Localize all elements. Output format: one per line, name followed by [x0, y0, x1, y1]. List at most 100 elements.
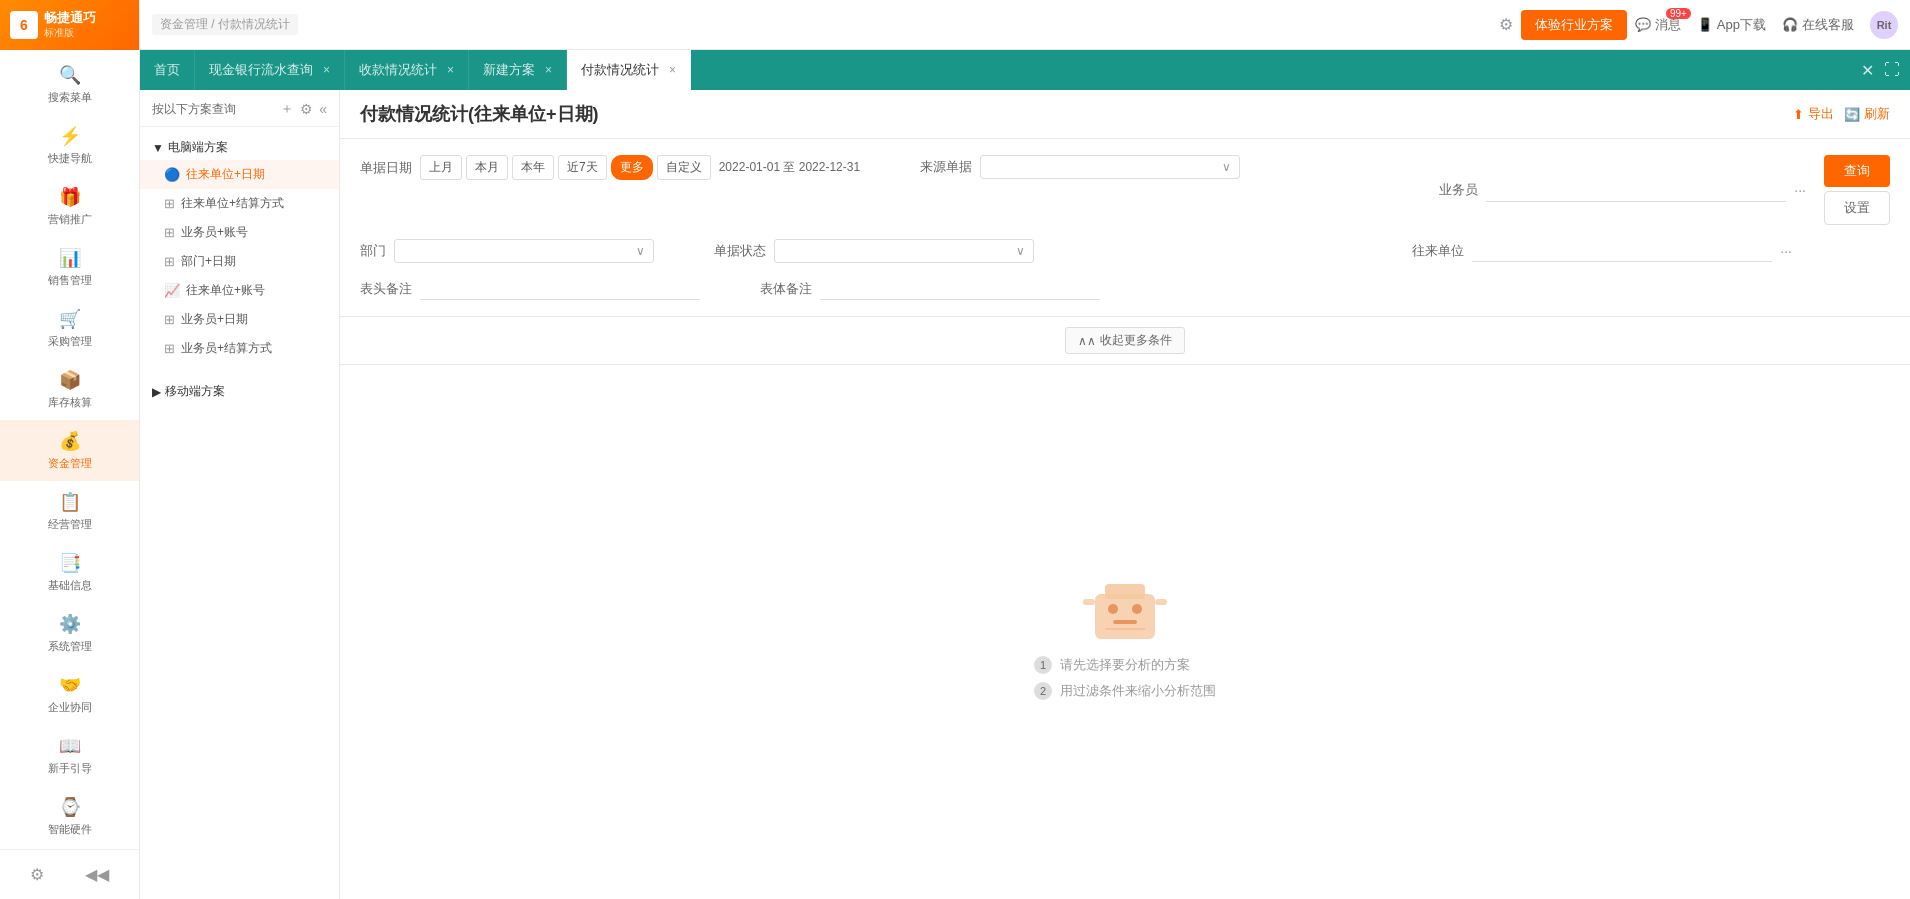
source-select[interactable]: ∨: [980, 155, 1240, 179]
refresh-icon: 🔄: [1844, 107, 1860, 122]
sidebar-item-cooperation[interactable]: 🤝 企业协同: [0, 664, 139, 725]
date-opt-custom[interactable]: 自定义: [657, 155, 711, 180]
date-opt-7days[interactable]: 近7天: [558, 155, 607, 180]
collapse-sidebar-icon[interactable]: ◀◀: [85, 865, 109, 884]
header-remark-input[interactable]: [420, 277, 700, 300]
sidebar-item-funds[interactable]: 💰 资金管理: [0, 420, 139, 481]
status-select[interactable]: ∨: [774, 239, 1034, 263]
collapse-scheme-icon[interactable]: «: [319, 101, 327, 117]
topbar-settings-icon[interactable]: ⚙: [1499, 15, 1513, 34]
partner-dots-icon[interactable]: ···: [1780, 243, 1792, 259]
tab-bank[interactable]: 现金银行流水查询 ×: [195, 50, 345, 90]
mobile-section-header[interactable]: ▶ 移动端方案: [140, 379, 339, 404]
mobile-scheme-section: ▶ 移动端方案: [140, 371, 339, 412]
partner-settlement-icon: ⊞: [164, 196, 175, 211]
settings-bottom-icon[interactable]: ⚙: [30, 865, 44, 884]
sidebar-item-purchase[interactable]: 🛒 采购管理: [0, 298, 139, 359]
scheme-item-partner-settlement-label: 往来单位+结算方式: [181, 195, 284, 212]
partner-account-icon: 📈: [164, 283, 180, 298]
app-download-item[interactable]: 📱 App下载: [1697, 16, 1766, 34]
date-opt-thismonth[interactable]: 本月: [466, 155, 508, 180]
scheme-settings-icon[interactable]: ⚙: [300, 101, 313, 117]
system-icon: ⚙️: [59, 613, 81, 635]
desktop-section-header[interactable]: ▼ 电脑端方案: [140, 135, 339, 160]
scheme-item-partner-date[interactable]: 🔵 往来单位+日期: [140, 160, 339, 189]
close-all-icon[interactable]: ✕: [1861, 61, 1874, 80]
refresh-label: 刷新: [1864, 105, 1890, 123]
sidebar-item-marketing[interactable]: 🎁 营销推广: [0, 176, 139, 237]
dept-filter-label: 部门: [360, 242, 386, 260]
tab-payments-close-icon[interactable]: ×: [669, 63, 676, 77]
date-options: 上月 本月 本年 近7天 更多 自定义 2022-01-01 至 2022-12…: [420, 155, 860, 180]
add-scheme-button[interactable]: ＋: [280, 100, 294, 118]
tab-new-scheme[interactable]: 新建方案 ×: [469, 50, 567, 90]
refresh-button[interactable]: 🔄 刷新: [1844, 105, 1890, 123]
query-button[interactable]: 查询: [1824, 155, 1890, 187]
avatar[interactable]: Rit: [1870, 11, 1898, 39]
svg-rect-5: [1083, 599, 1095, 605]
filter-area: 单据日期 上月 本月 本年 近7天 更多 自定义 2022-01-01 至 20…: [340, 139, 1910, 317]
settings-button[interactable]: 设置: [1824, 191, 1890, 225]
svg-rect-0: [1095, 594, 1155, 639]
tab-receipts[interactable]: 收款情况统计 ×: [345, 50, 469, 90]
dept-select-arrow-icon: ∨: [636, 244, 645, 258]
tip-num-2: 2: [1034, 682, 1052, 700]
tab-receipts-close-icon[interactable]: ×: [447, 63, 454, 77]
tab-bank-close-icon[interactable]: ×: [323, 63, 330, 77]
body-remark-input[interactable]: [820, 277, 1100, 300]
scheme-item-partner-settlement[interactable]: ⊞ 往来单位+结算方式: [140, 189, 339, 218]
date-opt-more[interactable]: 更多: [611, 155, 653, 180]
sidebar-bottom: ⚙ ◀◀: [0, 849, 139, 899]
scheme-item-staff-settlement-label: 业务员+结算方式: [181, 340, 272, 357]
scheme-item-staff-account[interactable]: ⊞ 业务员+账号: [140, 218, 339, 247]
filter-row-2: 部门 ∨ 单据状态 ∨ 往来单位: [360, 239, 1890, 263]
sidebar-item-operation[interactable]: 📋 经营管理: [0, 481, 139, 542]
scheme-item-staff-date[interactable]: ⊞ 业务员+日期: [140, 305, 339, 334]
sales-icon: 📊: [59, 247, 81, 269]
sidebar-item-system[interactable]: ⚙️ 系统管理: [0, 603, 139, 664]
scheme-item-partner-account[interactable]: 📈 往来单位+账号: [140, 276, 339, 305]
sidebar-item-quicknav[interactable]: ⚡ 快捷导航: [0, 115, 139, 176]
tab-new-scheme-close-icon[interactable]: ×: [545, 63, 552, 77]
dept-select[interactable]: ∨: [394, 239, 654, 263]
date-opt-thisyear[interactable]: 本年: [512, 155, 554, 180]
sidebar-item-guide[interactable]: 📖 新手引导: [0, 725, 139, 786]
staff-settlement-icon: ⊞: [164, 341, 175, 356]
collapse-filters-button[interactable]: ∧∧ 收起更多条件: [1065, 327, 1185, 354]
sidebar-item-hardware[interactable]: ⌚ 智能硬件: [0, 786, 139, 847]
date-opt-lastmonth[interactable]: 上月: [420, 155, 462, 180]
messages-item[interactable]: 💬 消息 99+: [1635, 16, 1681, 34]
topbar-right: 💬 消息 99+ 📱 App下载 🎧 在线客服 Rit: [1635, 11, 1898, 39]
breadcrumb-text: 资金管理 / 付款情况统计: [152, 14, 298, 35]
trial-button[interactable]: 体验行业方案: [1521, 10, 1627, 40]
app-download-label: App下载: [1717, 16, 1766, 34]
scheme-item-staff-settlement[interactable]: ⊞ 业务员+结算方式: [140, 334, 339, 363]
online-service-item[interactable]: 🎧 在线客服: [1782, 16, 1854, 34]
online-service-label: 在线客服: [1802, 16, 1854, 34]
staff-dots-icon[interactable]: ···: [1794, 182, 1806, 198]
partner-input[interactable]: [1472, 239, 1772, 262]
scheme-item-dept-date[interactable]: ⊞ 部门+日期: [140, 247, 339, 276]
scheme-item-dept-date-label: 部门+日期: [181, 253, 236, 270]
scheme-item-partner-date-label: 往来单位+日期: [186, 166, 265, 183]
sidebar-menu: 🔍 搜索菜单 ⚡ 快捷导航 🎁 营销推广 📊 销售管理 🛒 采购管理 📦 库存核…: [0, 50, 139, 849]
export-label: 导出: [1808, 105, 1834, 123]
sidebar-item-basicinfo[interactable]: 📑 基础信息: [0, 542, 139, 603]
tab-payments[interactable]: 付款情况统计 ×: [567, 50, 691, 90]
sidebar-item-inventory[interactable]: 📦 库存核算: [0, 359, 139, 420]
tab-home[interactable]: 首页: [140, 50, 195, 90]
export-button[interactable]: ⬆ 导出: [1793, 105, 1834, 123]
filter-row-1: 单据日期 上月 本月 本年 近7天 更多 自定义 2022-01-01 至 20…: [360, 155, 1890, 225]
expand-icon[interactable]: ⛶: [1884, 61, 1900, 79]
sidebar-item-search[interactable]: 🔍 搜索菜单: [0, 54, 139, 115]
scheme-panel-header: 按以下方案查询 ＋ ⚙ «: [140, 100, 339, 127]
staff-input[interactable]: [1486, 179, 1786, 202]
tab-receipts-label: 收款情况统计: [359, 61, 437, 79]
scheme-panel: 按以下方案查询 ＋ ⚙ « ▼ 电脑端方案 🔵 往来单位+日期 ⊞: [140, 90, 340, 899]
inventory-icon: 📦: [59, 369, 81, 391]
cooperation-icon: 🤝: [59, 674, 81, 696]
status-filter-item: 单据状态 ∨: [714, 239, 1094, 263]
partner-filter-item: 往来单位 ···: [1412, 239, 1890, 262]
staff-account-icon: ⊞: [164, 225, 175, 240]
sidebar-item-sales[interactable]: 📊 销售管理: [0, 237, 139, 298]
